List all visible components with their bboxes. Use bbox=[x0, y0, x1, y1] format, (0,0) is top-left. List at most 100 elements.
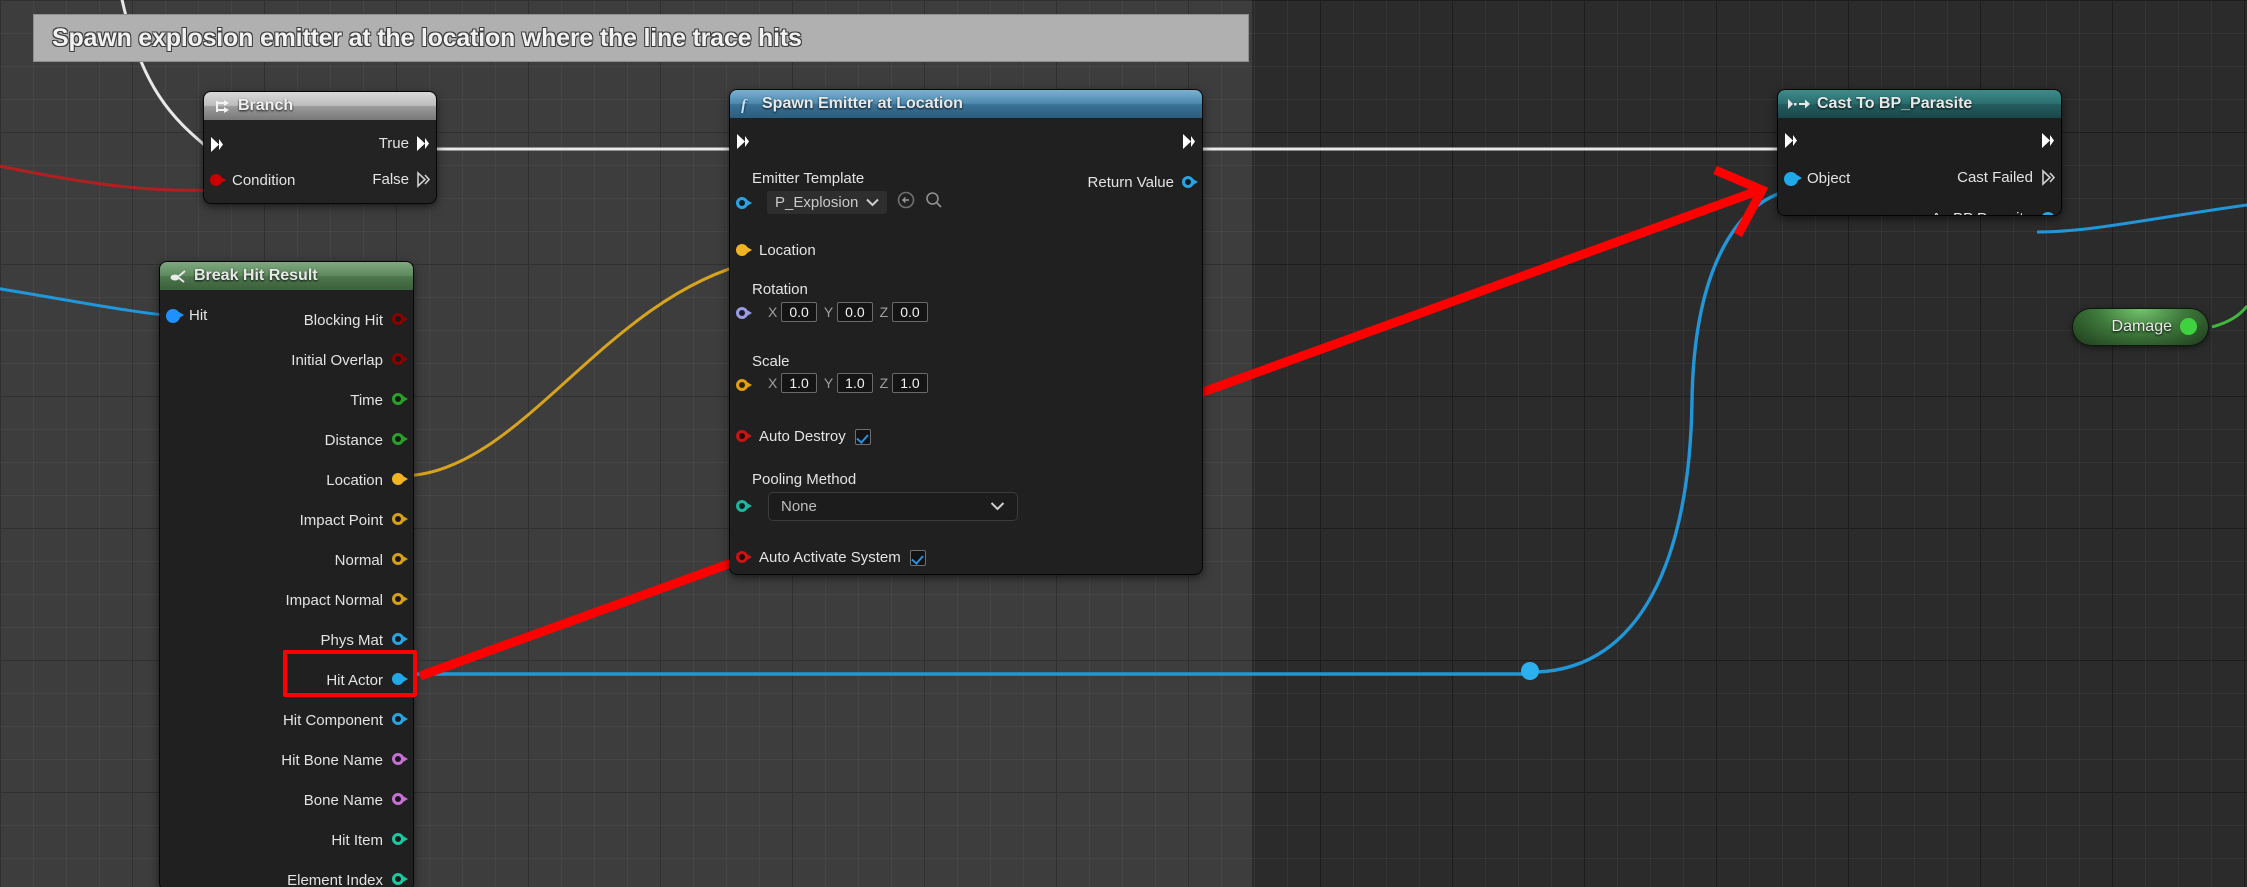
pin-break-hit-item[interactable]: Hit Item bbox=[160, 820, 408, 860]
node-break-hit-result-header[interactable]: Break Hit Result bbox=[160, 262, 413, 290]
auto-destroy-checkbox[interactable] bbox=[854, 428, 871, 445]
object-pin-icon bbox=[736, 197, 752, 211]
damage-knot-label: Damage bbox=[2111, 318, 2172, 335]
scale-x-axis-label: X bbox=[768, 375, 778, 391]
vector-pin-icon bbox=[736, 379, 752, 393]
pin-label: Phys Mat bbox=[320, 631, 383, 649]
pin-spawn-emitter-template[interactable] bbox=[736, 197, 752, 216]
pin-break-phys-mat[interactable]: Phys Mat bbox=[160, 620, 408, 660]
node-cast-to-bp-parasite[interactable]: Cast To BP_Parasite Object Cast Failed bbox=[1778, 90, 2061, 215]
pin-branch-condition[interactable]: Condition bbox=[210, 172, 295, 189]
emitter-template-row[interactable]: P_Explosion bbox=[767, 191, 943, 214]
rotation-x-axis-label: X bbox=[768, 304, 778, 320]
pin-break-element-index[interactable]: Element Index bbox=[160, 860, 408, 887]
scale-y-axis-label: Y bbox=[823, 375, 834, 391]
pin-spawn-scale-label-wrap: Scale bbox=[752, 353, 790, 370]
pin-spawn-auto-destroy-label: Auto Destroy bbox=[759, 428, 846, 445]
comment-banner[interactable]: Spawn explosion emitter at the location … bbox=[33, 14, 1249, 62]
auto-activate-system-checkbox[interactable] bbox=[909, 549, 926, 566]
pin-spawn-rotation-label: Rotation bbox=[752, 281, 808, 298]
bool-pin-icon bbox=[210, 173, 226, 188]
browse-back-icon[interactable] bbox=[897, 191, 915, 214]
node-branch[interactable]: Branch True Condition False bbox=[204, 92, 436, 203]
cast-icon bbox=[1788, 97, 1810, 111]
pin-spawn-pooling-method[interactable] bbox=[736, 500, 752, 519]
pooling-method-value: None bbox=[781, 498, 817, 515]
node-spawn-title: Spawn Emitter at Location bbox=[762, 95, 963, 112]
pin-spawn-return-value[interactable]: Return Value bbox=[1088, 174, 1198, 191]
name-pin-icon bbox=[392, 753, 408, 767]
pin-label: Blocking Hit bbox=[303, 311, 383, 329]
damage-pin-icon[interactable] bbox=[2180, 318, 2198, 336]
float-pin-icon bbox=[392, 393, 408, 407]
pin-break-impact-point[interactable]: Impact Point bbox=[160, 500, 408, 540]
pin-spawn-rotation[interactable] bbox=[736, 307, 752, 326]
rotation-z-field[interactable]: 0.0 bbox=[892, 302, 928, 322]
search-icon[interactable] bbox=[925, 191, 943, 214]
pin-cast-exec-in[interactable] bbox=[1784, 132, 1798, 154]
pin-break-hit-bone-name[interactable]: Hit Bone Name bbox=[160, 740, 408, 780]
pin-break-blocking-hit[interactable]: Blocking Hit bbox=[160, 300, 408, 340]
scale-xyz-row[interactable]: X 1.0 Y 1.0 Z 1.0 bbox=[768, 373, 928, 393]
pin-label: Element Index bbox=[287, 871, 383, 887]
rotation-x-field[interactable]: 0.0 bbox=[781, 302, 817, 322]
node-cast-header[interactable]: Cast To BP_Parasite bbox=[1778, 90, 2061, 118]
pin-branch-condition-label: Condition bbox=[232, 172, 296, 189]
rotation-y-field[interactable]: 0.0 bbox=[837, 302, 873, 322]
pin-spawn-scale-label: Scale bbox=[752, 353, 790, 370]
pin-break-hit-component[interactable]: Hit Component bbox=[160, 700, 408, 740]
int-pin-icon bbox=[392, 873, 408, 887]
pin-spawn-rotation-label-wrap: Rotation bbox=[752, 281, 808, 298]
pin-cast-failed[interactable]: Cast Failed bbox=[1957, 169, 2056, 186]
pin-break-hit-actor[interactable]: Hit Actor bbox=[160, 660, 408, 700]
blueprint-graph-canvas[interactable]: Spawn explosion emitter at the location … bbox=[0, 0, 2247, 887]
pin-spawn-location-label: Location bbox=[759, 242, 816, 259]
vector-pin-icon bbox=[736, 243, 752, 258]
pin-break-distance[interactable]: Distance bbox=[160, 420, 408, 460]
node-spawn-header[interactable]: f Spawn Emitter at Location bbox=[730, 90, 1202, 118]
pin-branch-true[interactable]: True bbox=[379, 135, 430, 152]
vector-pin-icon bbox=[392, 513, 408, 527]
exec-in-icon bbox=[736, 133, 750, 150]
scale-z-field[interactable]: 1.0 bbox=[892, 373, 928, 393]
rotation-xyz-row[interactable]: X 0.0 Y 0.0 Z 0.0 bbox=[768, 302, 928, 322]
pin-branch-false[interactable]: False bbox=[372, 171, 431, 188]
pin-branch-exec-in[interactable] bbox=[210, 136, 224, 153]
pin-cast-as-bp-parasite[interactable]: As BP Parasite bbox=[1931, 210, 2059, 215]
pin-spawn-exec-in[interactable] bbox=[736, 133, 750, 155]
pooling-method-select[interactable]: None bbox=[768, 492, 1018, 521]
node-damage-knot[interactable]: Damage bbox=[2073, 309, 2208, 345]
pin-break-bone-name[interactable]: Bone Name bbox=[160, 780, 408, 820]
pin-spawn-location[interactable]: Location bbox=[736, 242, 816, 259]
pin-spawn-exec-out[interactable] bbox=[1182, 133, 1196, 155]
node-branch-title: Branch bbox=[238, 97, 294, 114]
node-spawn-emitter-at-location[interactable]: f Spawn Emitter at Location Return Value bbox=[730, 90, 1202, 574]
pin-label: Normal bbox=[334, 551, 383, 569]
node-spawn-body: Return Value Emitter Template P_Explosio… bbox=[730, 118, 1202, 574]
node-break-hit-result[interactable]: Break Hit Result Hit Blocking Hit Initial… bbox=[160, 262, 413, 887]
pin-break-location[interactable]: Location bbox=[160, 460, 408, 500]
object-pin-icon bbox=[1784, 171, 1802, 186]
scale-y-field[interactable]: 1.0 bbox=[837, 373, 873, 393]
pin-break-impact-normal[interactable]: Impact Normal bbox=[160, 580, 408, 620]
exec-out-icon bbox=[2041, 132, 2055, 149]
pin-spawn-auto-destroy[interactable]: Auto Destroy bbox=[736, 428, 871, 445]
pin-spawn-pooling-method-label: Pooling Method bbox=[752, 471, 857, 488]
scale-z-axis-label: Z bbox=[879, 375, 889, 391]
pin-cast-as-bp-parasite-label: As BP Parasite bbox=[1931, 210, 2032, 215]
node-branch-header[interactable]: Branch bbox=[204, 92, 436, 120]
pin-spawn-auto-activate-system[interactable]: Auto Activate System bbox=[736, 549, 926, 566]
pin-cast-exec-out[interactable] bbox=[2041, 132, 2055, 154]
pin-label: Hit Item bbox=[331, 831, 383, 849]
emitter-template-combo[interactable]: P_Explosion bbox=[767, 191, 888, 214]
emitter-template-value: P_Explosion bbox=[775, 194, 859, 211]
scale-x-field[interactable]: 1.0 bbox=[781, 373, 817, 393]
name-pin-icon bbox=[392, 793, 408, 807]
pin-label: Time bbox=[350, 391, 383, 409]
pin-spawn-scale[interactable] bbox=[736, 379, 752, 398]
pin-cast-object[interactable]: Object bbox=[1784, 170, 1850, 187]
pin-break-normal[interactable]: Normal bbox=[160, 540, 408, 580]
pin-break-initial-overlap[interactable]: Initial Overlap bbox=[160, 340, 408, 380]
chevron-down-icon bbox=[866, 196, 880, 210]
pin-break-time[interactable]: Time bbox=[160, 380, 408, 420]
